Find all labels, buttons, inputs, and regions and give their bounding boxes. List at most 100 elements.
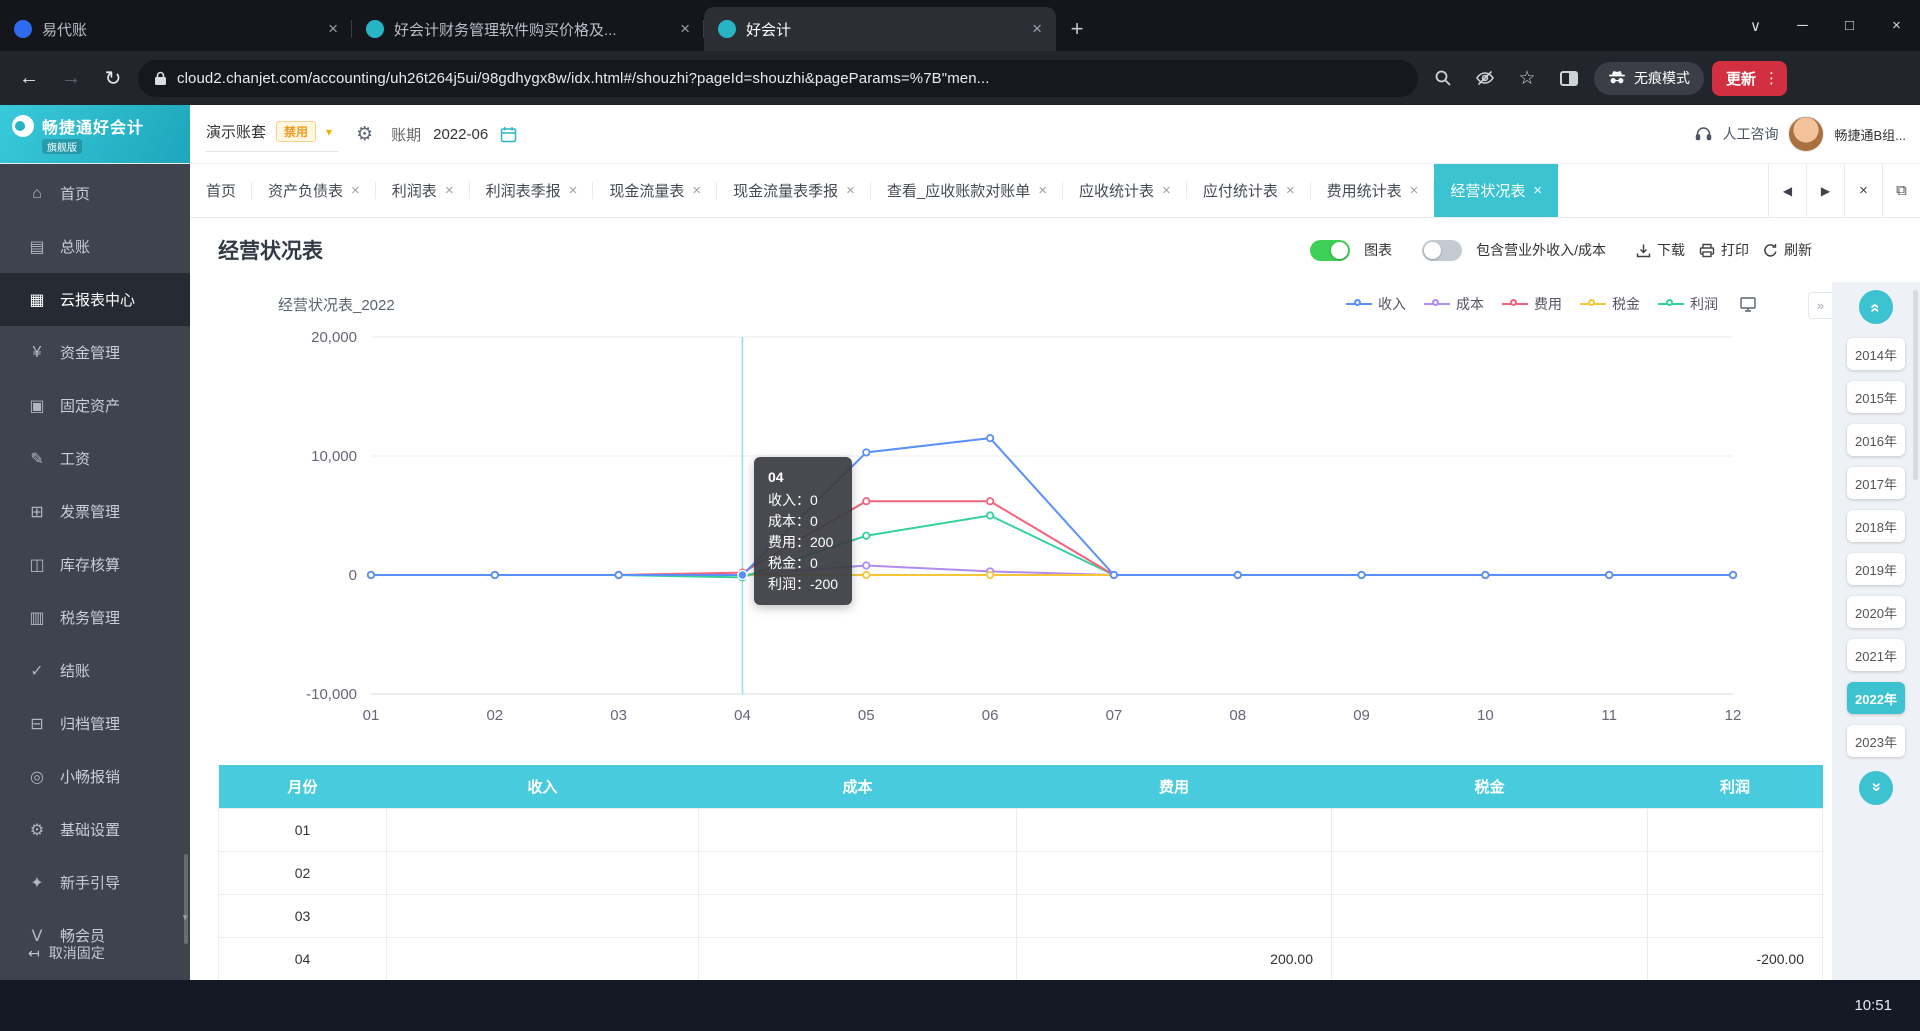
sidebar-item-inventory[interactable]: ◫ 库存核算 xyxy=(0,538,190,591)
year-button[interactable]: 2023年 xyxy=(1847,725,1905,757)
tooltip-month: 04 xyxy=(768,469,784,485)
sidebar-item-home[interactable]: ⌂ 首页 xyxy=(0,167,190,220)
sidebar-item-archive[interactable]: ⊟ 归档管理 xyxy=(0,697,190,750)
unpin-sidebar-button[interactable]: ↤ 取消固定 xyxy=(0,932,190,974)
sidebar-item-payroll[interactable]: ✎ 工资 xyxy=(0,432,190,485)
browser-tab[interactable]: 好会计 × xyxy=(704,7,1056,51)
search-icon[interactable] xyxy=(1426,61,1460,95)
sidebar-item-tax[interactable]: ▥ 税务管理 xyxy=(0,591,190,644)
years-scroll-down-button[interactable]: « xyxy=(1859,771,1893,805)
sidebar-item-guide[interactable]: ✦ 新手引导 xyxy=(0,856,190,909)
tab-close-icon[interactable]: × xyxy=(1162,182,1171,199)
tab-close-icon[interactable]: × xyxy=(1533,182,1542,199)
update-button[interactable]: 更新 ⋮ xyxy=(1712,60,1788,96)
home-icon: ⌂ xyxy=(32,184,42,202)
browser-menu-icon[interactable]: ⋮ xyxy=(1764,69,1779,87)
support-link[interactable]: 人工咨询 xyxy=(1722,124,1778,144)
report-tab[interactable]: 应付统计表 × xyxy=(1187,164,1311,217)
report-tab[interactable]: 应收统计表 × xyxy=(1063,164,1187,217)
include-nonoperating-toggle[interactable] xyxy=(1422,239,1463,261)
tab-close-icon[interactable]: × xyxy=(680,19,690,39)
chart-toggle[interactable] xyxy=(1310,239,1351,261)
close-tabs-icon[interactable]: × xyxy=(1844,164,1882,217)
bookmark-star-icon[interactable]: ☆ xyxy=(1510,61,1544,95)
tooltip-row: 成本：0 xyxy=(768,513,818,529)
tab-close-icon[interactable]: × xyxy=(1286,182,1295,199)
year-button[interactable]: 2016年 xyxy=(1847,424,1905,456)
fullscreen-icon[interactable]: ⧉ xyxy=(1882,164,1920,217)
sidebar-item-invoice[interactable]: ⊞ 发票管理 xyxy=(0,485,190,538)
chevron-down-icon[interactable]: ▾ xyxy=(326,125,332,139)
close-button[interactable]: × xyxy=(1873,0,1920,51)
content-scrollbar[interactable] xyxy=(1913,290,1918,480)
sidebar-item-reimburse[interactable]: ◎ 小畅报销 xyxy=(0,750,190,803)
scroll-tabs-left-icon[interactable]: ◀ xyxy=(1768,164,1806,217)
reload-button[interactable]: ↻ xyxy=(96,61,130,95)
incognito-badge[interactable]: 无痕模式 xyxy=(1594,61,1704,95)
sidebar-item-settings[interactable]: ⚙ 基础设置 xyxy=(0,803,190,856)
sidebar-item-funds[interactable]: ¥ 资金管理 xyxy=(0,326,190,379)
address-bar[interactable]: cloud2.chanjet.com/accounting/uh26t264j5… xyxy=(138,59,1418,97)
sidebar-scrollbar[interactable] xyxy=(184,854,188,944)
tab-list-chevron-icon[interactable]: ∨ xyxy=(1732,0,1779,51)
taskbar: 10:51 xyxy=(0,980,1920,1031)
collapse-years-panel-button[interactable]: » xyxy=(1808,292,1832,319)
browser-tabs: 易代账 × 好会计财务管理软件购买价格及... × 好会计 × xyxy=(0,0,1056,51)
print-button[interactable]: 打印 xyxy=(1699,240,1749,260)
year-button[interactable]: 2014年 xyxy=(1847,338,1905,370)
report-tab[interactable]: 现金流量表季报 × xyxy=(717,164,871,217)
years-scroll-up-button[interactable]: « xyxy=(1859,290,1893,324)
tab-close-icon[interactable]: × xyxy=(351,182,360,199)
tab-close-icon[interactable]: × xyxy=(328,19,338,39)
tab-close-icon[interactable]: × xyxy=(569,182,578,199)
report-tab[interactable]: 利润表季报 × xyxy=(470,164,594,217)
user-avatar[interactable] xyxy=(1788,116,1825,152)
report-tab[interactable]: 首页 xyxy=(190,164,253,217)
sidebar-item-closing[interactable]: ✓ 结账 xyxy=(0,644,190,697)
sidebar-scroll-down-icon[interactable]: ▼ xyxy=(181,913,189,922)
settings-gear-icon[interactable]: ⚙ xyxy=(356,123,373,146)
calendar-icon[interactable] xyxy=(500,126,517,143)
tab-close-icon[interactable]: × xyxy=(1410,182,1419,199)
minimize-button[interactable]: ─ xyxy=(1779,0,1826,51)
maximize-button[interactable]: □ xyxy=(1826,0,1873,51)
report-tab[interactable]: 查看_应收账款对账单 × xyxy=(871,164,1064,217)
year-button[interactable]: 2018年 xyxy=(1847,510,1905,542)
sidebar-item-ledger[interactable]: ▤ 总账 xyxy=(0,220,190,273)
tab-close-icon[interactable]: × xyxy=(692,182,701,199)
eye-slash-icon[interactable] xyxy=(1468,61,1502,95)
report-tab[interactable]: 经营状况表 × xyxy=(1434,164,1559,217)
sidebar-item-cloud-report[interactable]: ▦ 云报表中心 xyxy=(0,273,190,326)
print-icon xyxy=(1699,243,1715,257)
year-button[interactable]: 2015年 xyxy=(1847,381,1905,413)
tab-close-icon[interactable]: × xyxy=(1038,182,1047,199)
year-list: 2014年 2015年 2016年 2017年 2018年 2019年 2020年 2021年… xyxy=(1847,338,1905,757)
report-tab[interactable]: 费用统计表 × xyxy=(1311,164,1435,217)
year-button[interactable]: 2022年 xyxy=(1847,682,1905,714)
report-tab[interactable]: 现金流量表 × xyxy=(593,164,717,217)
split-screen-icon[interactable] xyxy=(1552,61,1586,95)
browser-tab[interactable]: 易代账 × xyxy=(0,7,352,51)
tab-close-icon[interactable]: × xyxy=(1032,19,1042,39)
report-tab[interactable]: 资产负债表 × xyxy=(252,164,376,217)
chart-svg[interactable]: 20,000 10,000 0 -10,000 01 02 03 04 05 06 07 08 09 10… xyxy=(218,282,1822,752)
forward-button[interactable]: → xyxy=(54,61,88,95)
browser-tab[interactable]: 好会计财务管理软件购买价格及... × xyxy=(352,7,704,51)
sidebar-item-fixed-assets[interactable]: ▣ 固定资产 xyxy=(0,379,190,432)
back-button[interactable]: ← xyxy=(12,61,46,95)
scroll-tabs-right-icon[interactable]: ▶ xyxy=(1806,164,1844,217)
report-tab[interactable]: 利润表 × xyxy=(376,164,470,217)
account-set-select[interactable]: 演示账套 禁用 ▾ xyxy=(206,116,339,152)
download-button[interactable]: 下载 xyxy=(1636,240,1685,260)
period-value[interactable]: 2022-06 xyxy=(433,126,488,143)
sidebar-item-label: 小畅报销 xyxy=(60,769,121,786)
year-button[interactable]: 2017年 xyxy=(1847,467,1905,499)
year-button[interactable]: 2021年 xyxy=(1847,639,1905,671)
tab-close-icon[interactable]: × xyxy=(846,182,855,199)
tab-close-icon[interactable]: × xyxy=(445,182,454,199)
year-button[interactable]: 2020年 xyxy=(1847,596,1905,628)
refresh-button[interactable]: 刷新 xyxy=(1763,240,1812,260)
user-name[interactable]: 畅捷通B组... xyxy=(1834,125,1906,144)
new-tab-button[interactable]: + xyxy=(1056,7,1098,51)
year-button[interactable]: 2019年 xyxy=(1847,553,1905,585)
